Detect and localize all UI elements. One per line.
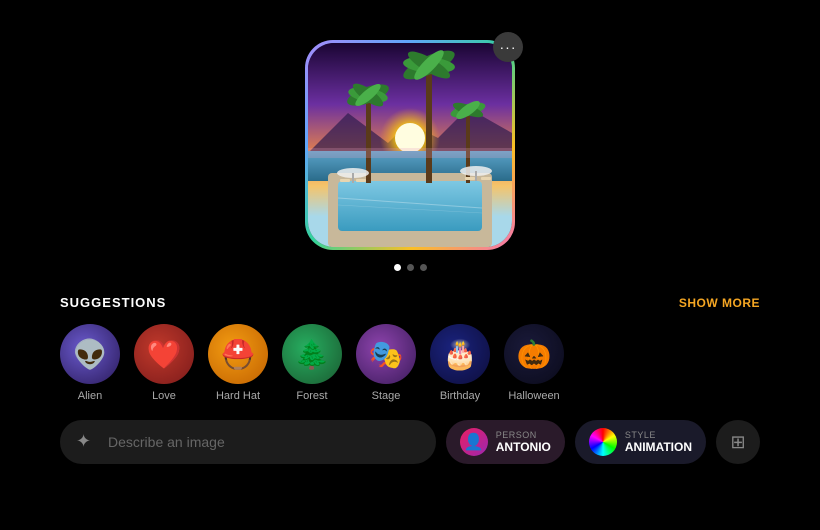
sparkle-icon: ✦	[76, 431, 98, 453]
main-image-card: ···	[305, 40, 515, 250]
image-inner	[308, 43, 512, 247]
style-pill[interactable]: STYLE ANIMATION	[575, 420, 706, 464]
suggestion-icon-stage: 🎭	[356, 324, 416, 384]
gallery-button[interactable]: ⊞	[716, 420, 760, 464]
suggestion-item-birthday[interactable]: 🎂 Birthday	[430, 324, 490, 402]
suggestion-item-stage[interactable]: 🎭 Stage	[356, 324, 416, 402]
suggestion-icon-alien: 👽	[60, 324, 120, 384]
suggestion-icon-birthday: 🎂	[430, 324, 490, 384]
person-value: ANTONIO	[496, 440, 551, 454]
suggestions-section: SUGGESTIONS SHOW MORE 👽 Alien ❤️ Love ⛑️ Hard…	[0, 295, 820, 402]
dot-2[interactable]	[407, 264, 414, 271]
describe-input[interactable]: ✦ Describe an image	[60, 420, 436, 464]
style-color-wheel-icon	[589, 428, 617, 456]
gallery-icon: ⊞	[730, 432, 745, 453]
suggestion-label-stage: Stage	[372, 390, 401, 402]
person-label: PERSON	[496, 430, 551, 440]
person-pill[interactable]: 👤 PERSON ANTONIO	[446, 420, 565, 464]
suggestion-item-forest[interactable]: 🌲 Forest	[282, 324, 342, 402]
suggestion-label-hardhat: Hard Hat	[216, 390, 260, 402]
style-text-group: STYLE ANIMATION	[625, 430, 692, 454]
suggestion-label-birthday: Birthday	[440, 390, 480, 402]
style-value: ANIMATION	[625, 440, 692, 454]
carousel-dots	[394, 264, 427, 271]
person-text-group: PERSON ANTONIO	[496, 430, 551, 454]
suggestions-title: SUGGESTIONS	[60, 295, 166, 310]
suggestions-header: SUGGESTIONS SHOW MORE	[60, 295, 760, 310]
suggestion-label-halloween: Halloween	[508, 390, 559, 402]
suggestion-label-forest: Forest	[296, 390, 327, 402]
show-more-button[interactable]: SHOW MORE	[679, 296, 760, 310]
suggestion-item-love[interactable]: ❤️ Love	[134, 324, 194, 402]
image-frame	[305, 40, 515, 250]
more-options-button[interactable]: ···	[493, 32, 523, 62]
person-avatar: 👤	[460, 428, 488, 456]
suggestion-item-hardhat[interactable]: ⛑️ Hard Hat	[208, 324, 268, 402]
bottom-bar: ✦ Describe an image 👤 PERSON ANTONIO STY…	[0, 420, 820, 464]
describe-placeholder-text: Describe an image	[108, 434, 225, 450]
suggestion-icon-forest: 🌲	[282, 324, 342, 384]
suggestion-icon-halloween: 🎃	[504, 324, 564, 384]
suggestion-label-love: Love	[152, 390, 176, 402]
suggestion-item-halloween[interactable]: 🎃 Halloween	[504, 324, 564, 402]
suggestion-icon-hardhat: ⛑️	[208, 324, 268, 384]
dot-3[interactable]	[420, 264, 427, 271]
suggestion-label-alien: Alien	[78, 390, 102, 402]
suggestion-icon-love: ❤️	[134, 324, 194, 384]
dot-1[interactable]	[394, 264, 401, 271]
style-label: STYLE	[625, 430, 692, 440]
suggestion-item-alien[interactable]: 👽 Alien	[60, 324, 120, 402]
suggestions-row: 👽 Alien ❤️ Love ⛑️ Hard Hat 🌲 Forest 🎭 Stage 🎂 Birt…	[60, 324, 760, 402]
